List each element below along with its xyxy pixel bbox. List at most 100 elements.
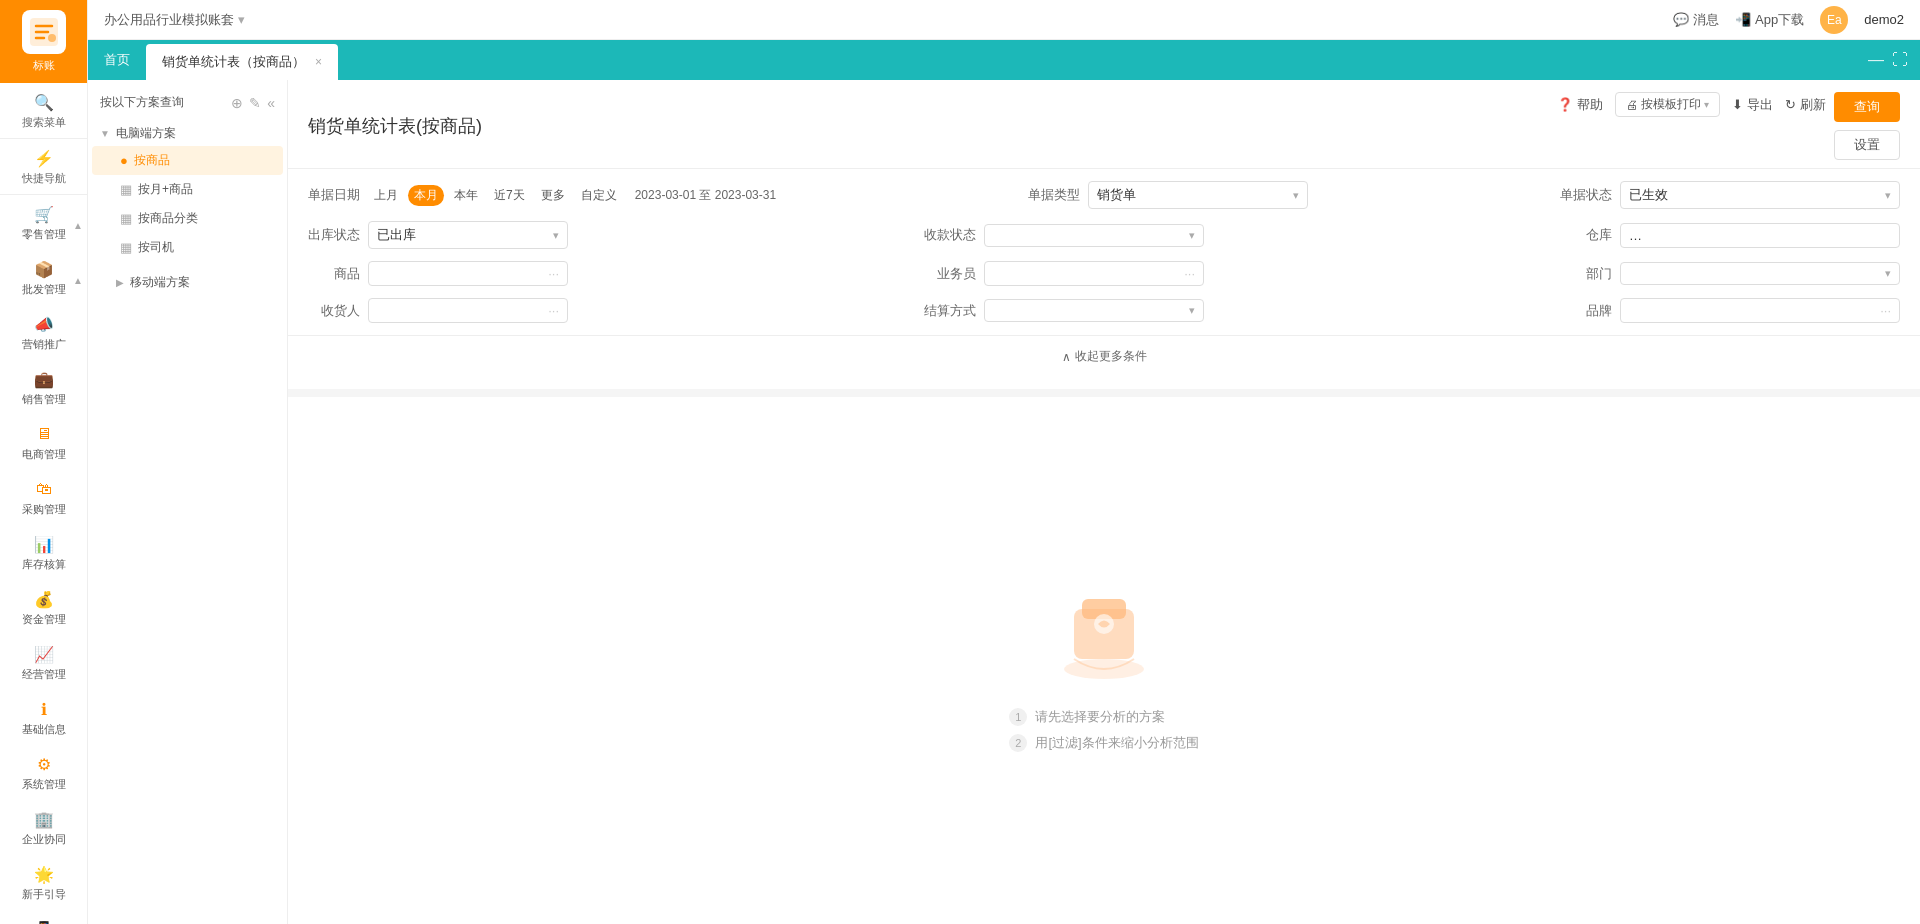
query-btn[interactable]: 查询: [1834, 92, 1900, 122]
user-avatar[interactable]: Ea: [1820, 6, 1848, 34]
product-label: 商品: [308, 265, 360, 283]
logo[interactable]: 标账: [0, 0, 87, 83]
topbar-arrow: ▾: [238, 12, 245, 27]
right-main: 销货单统计表(按商品) ❓ 帮助 🖨 按模板打印: [288, 80, 1920, 924]
help-label: 帮助: [1577, 96, 1603, 114]
help-btn[interactable]: ❓ 帮助: [1557, 96, 1603, 114]
sales-label: 销售管理: [22, 392, 66, 407]
scheme-add-btn[interactable]: ⊕: [231, 95, 243, 111]
logo-icon: [22, 10, 66, 54]
sales-icon: 💼: [33, 368, 55, 390]
scheme-section-pc-header[interactable]: ▼ 电脑端方案: [88, 121, 287, 146]
tab-maximize-btn[interactable]: ⛶: [1892, 51, 1908, 69]
scheme-edit-btn[interactable]: ✎: [249, 95, 261, 111]
quick-nav-item[interactable]: ⚡ 快捷导航: [0, 139, 87, 195]
export-btn[interactable]: ⬇ 导出: [1732, 96, 1773, 114]
date-tab-more[interactable]: 更多: [535, 185, 571, 206]
tab-home[interactable]: 首页: [88, 40, 146, 80]
wholesale-icon: 📦: [33, 258, 55, 280]
nav-icon: ⚡: [33, 147, 55, 169]
settings-btn[interactable]: 设置: [1834, 130, 1900, 160]
tab-sales-stat[interactable]: 销货单统计表（按商品） ×: [146, 44, 338, 80]
scheme-section-mobile-header[interactable]: ▶ 移动端方案: [88, 270, 287, 295]
inventory-icon: 📊: [33, 533, 55, 555]
out-status-select[interactable]: 已出库 ▾: [368, 221, 568, 249]
sidebar-item-purchase[interactable]: 🛍 采购管理: [0, 470, 87, 525]
sidebar-item-guide[interactable]: 🌟 新手引导: [0, 855, 87, 910]
refresh-label: 刷新: [1800, 96, 1826, 114]
scheme-item-driver[interactable]: ▦ 按司机: [92, 233, 283, 262]
product-select[interactable]: ···: [368, 261, 568, 286]
collect-status-select[interactable]: ▾: [984, 224, 1204, 247]
doc-type-arrow: ▾: [1293, 189, 1299, 202]
ecommerce-icon: 🖥: [33, 423, 55, 445]
scheme-item-category[interactable]: ▦ 按商品分类: [92, 204, 283, 233]
filter-row-2: 出库状态 已出库 ▾ 收款状态 ▾ 仓库 …: [308, 221, 1900, 249]
doc-type-select[interactable]: 销货单 ▾: [1088, 181, 1308, 209]
scheme-item-icon-driver: ▦: [120, 240, 132, 255]
sidebar-item-inventory[interactable]: 📊 库存核算: [0, 525, 87, 580]
date-tab-this-month[interactable]: 本月: [408, 185, 444, 206]
quick-nav-label: 快捷导航: [22, 171, 66, 186]
refresh-btn[interactable]: ↻ 刷新: [1785, 96, 1826, 114]
sidebar-item-finance[interactable]: 💰 资金管理: [0, 580, 87, 635]
sidebar-item-basic[interactable]: ℹ 基础信息: [0, 690, 87, 745]
guide-label: 新手引导: [22, 887, 66, 902]
search-menu-item[interactable]: 🔍 搜索菜单: [0, 83, 87, 139]
message-btn[interactable]: 💬 消息: [1673, 11, 1719, 29]
tab-home-label: 首页: [104, 51, 130, 69]
tip-text-1: 请先选择要分析的方案: [1035, 708, 1165, 726]
date-tab-this-year[interactable]: 本年: [448, 185, 484, 206]
doc-status-select[interactable]: 已生效 ▾: [1620, 181, 1900, 209]
date-tab-custom[interactable]: 自定义: [575, 185, 623, 206]
scheme-header-title: 按以下方案查询: [100, 94, 184, 111]
search-label: 搜索菜单: [22, 115, 66, 130]
filter-row-3: 商品 ··· 业务员 ··· 部门 ▾: [308, 261, 1900, 286]
receiver-select[interactable]: ···: [368, 298, 568, 323]
sidebar-item-marketing[interactable]: 📣 营销推广: [0, 305, 87, 360]
sidebar-item-ecommerce[interactable]: 🖥 电商管理: [0, 415, 87, 470]
operation-icon: 📈: [33, 643, 55, 665]
sidebar-item-retail[interactable]: 🛒 零售管理 ▲: [0, 195, 87, 250]
warehouse-select[interactable]: …: [1620, 223, 1900, 248]
date-tab-last-month[interactable]: 上月: [368, 185, 404, 206]
wholesale-arrow: ▲: [73, 274, 83, 285]
dept-label: 部门: [1560, 265, 1612, 283]
system-label: 系统管理: [22, 777, 66, 792]
tab-minimize-btn[interactable]: —: [1868, 51, 1884, 69]
salesman-select[interactable]: ···: [984, 261, 1204, 286]
sidebar-item-system[interactable]: ⚙ 系统管理: [0, 745, 87, 800]
brand-select[interactable]: ···: [1620, 298, 1900, 323]
tab-close-btn[interactable]: ×: [315, 55, 322, 69]
sidebar-item-wholesale[interactable]: 📦 批发管理 ▲: [0, 250, 87, 305]
print-btn[interactable]: 🖨 按模板打印 ▾: [1615, 92, 1720, 117]
collapse-filter-btn[interactable]: ∧ 收起更多条件: [1050, 342, 1159, 371]
scheme-item-month-product[interactable]: ▦ 按月+商品: [92, 175, 283, 204]
collapse-label: 收起更多条件: [1075, 348, 1147, 365]
date-range-value: 2023-03-01 至 2023-03-31: [635, 187, 776, 204]
page-header-actions: ❓ 帮助 🖨 按模板打印 ▾ ⬇ 导出: [1557, 92, 1826, 117]
scheme-header-actions: ⊕ ✎ «: [231, 95, 275, 111]
scheme-item-label-category: 按商品分类: [138, 210, 198, 227]
sidebar-item-enterprise[interactable]: 🏢 企业协同: [0, 800, 87, 855]
scheme-item-product[interactable]: ● 按商品: [92, 146, 283, 175]
dept-select[interactable]: ▾: [1620, 262, 1900, 285]
doc-type-label: 单据类型: [1028, 186, 1080, 204]
scheme-collapse-btn[interactable]: «: [267, 95, 275, 111]
collapse-icon: ∧: [1062, 350, 1071, 364]
payment-select[interactable]: ▾: [984, 299, 1204, 322]
topbar-title: 办公用品行业模拟账套 ▾: [104, 11, 245, 29]
doc-status-value: 已生效: [1629, 186, 1668, 204]
date-label: 单据日期: [308, 186, 360, 204]
sidebar-item-operation[interactable]: 📈 经营管理: [0, 635, 87, 690]
wholesale-label: 批发管理: [22, 282, 66, 297]
enterprise-icon: 🏢: [33, 808, 55, 830]
purchase-icon: 🛍: [33, 478, 55, 500]
date-tab-last-7days[interactable]: 近7天: [488, 185, 531, 206]
app-download-btn[interactable]: 📲 App下载: [1735, 11, 1804, 29]
date-tabs: 上月 本月 本年 近7天 更多 自定义 2023-03-01 至 2023-03…: [368, 185, 776, 206]
sidebar-item-apps[interactable]: 📱 应用中心: [0, 910, 87, 924]
sidebar-item-sales[interactable]: 💼 销售管理: [0, 360, 87, 415]
basic-label: 基础信息: [22, 722, 66, 737]
page-title: 销货单统计表(按商品): [308, 114, 482, 138]
